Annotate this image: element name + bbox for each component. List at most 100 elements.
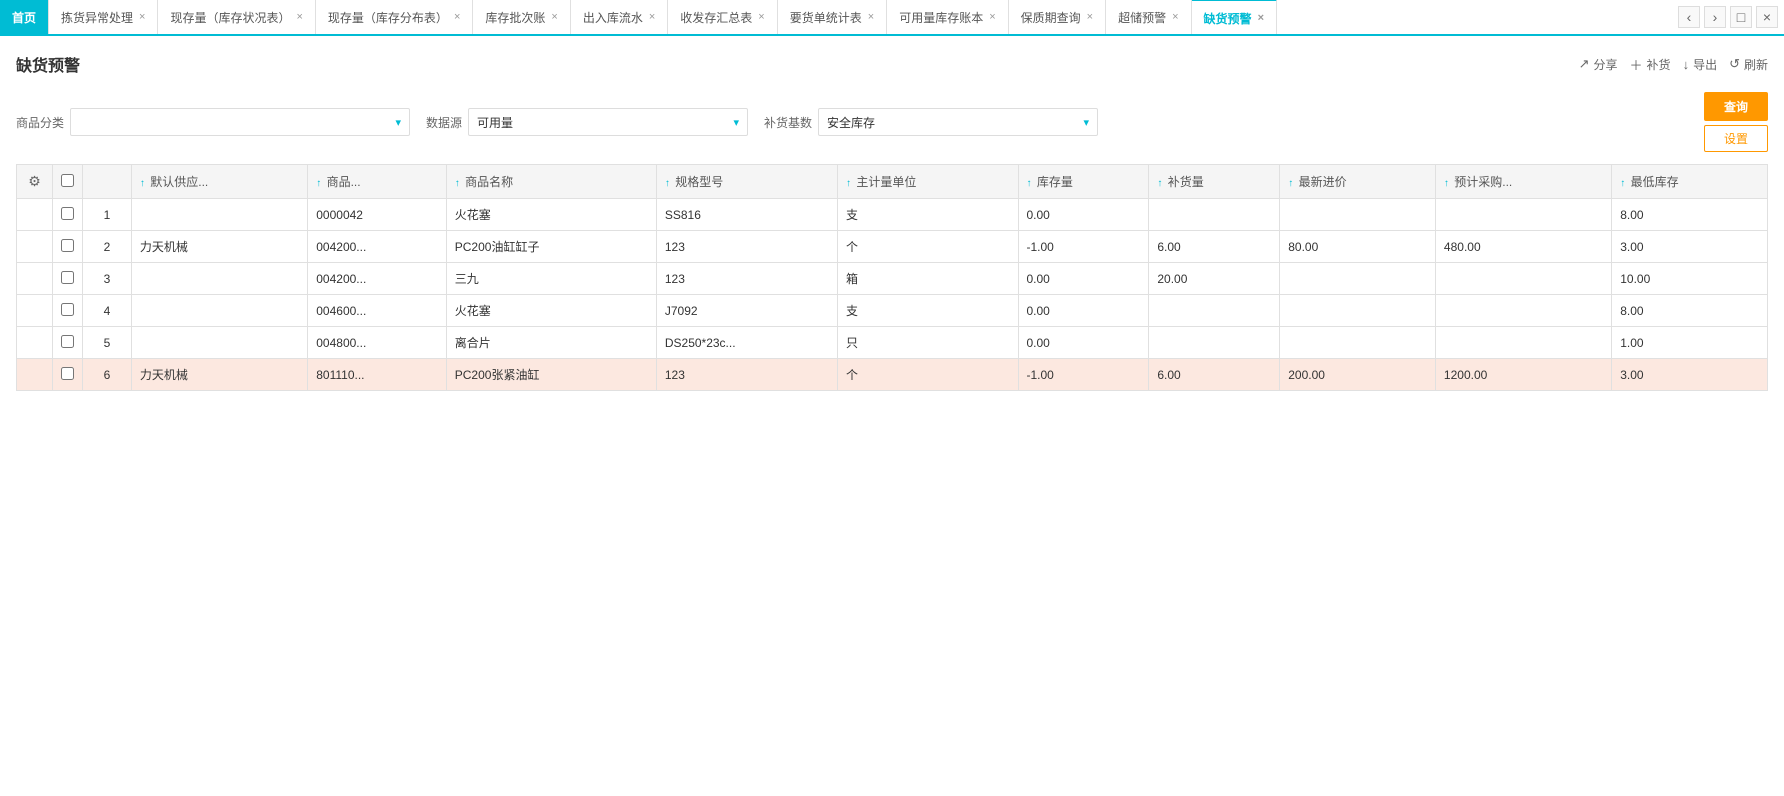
close-tab-collect-summary[interactable]: × [758,11,764,23]
row-checkbox-1[interactable] [61,239,74,252]
close-window-button[interactable]: × [1756,6,1778,28]
sort-spec-icon: ↑ [665,178,670,189]
td-check-4[interactable] [53,327,83,359]
close-tab-inout-flow[interactable]: × [649,11,655,23]
replenish-button[interactable]: ＋ 补货 [1630,55,1671,74]
tab-nav-buttons: ‹ › □ × [1672,6,1784,28]
tab-expiry-query[interactable]: 保质期查询 × [1009,0,1106,35]
td-latest-price-5: 200.00 [1280,359,1436,391]
td-spec-0: SS816 [656,199,837,231]
sort-estimated-icon: ↑ [1444,178,1449,189]
close-tab-batch-account[interactable]: × [551,11,557,23]
query-button[interactable]: 查询 [1704,92,1768,121]
replenish-base-select[interactable]: 安全库存 ▾ [818,108,1098,136]
td-unit-1: 个 [838,231,1018,263]
row-checkbox-4[interactable] [61,335,74,348]
category-filter-group: 商品分类 ▾ [16,108,410,136]
tab-overstock[interactable]: 超储预警 × [1106,0,1191,35]
settings-button[interactable]: 设置 [1704,125,1768,152]
th-spec[interactable]: ↑ 规格型号 [656,165,837,199]
td-code-2: 004200... [308,263,447,295]
td-replenish-2: 20.00 [1149,263,1280,295]
datasource-select-value: 可用量 [477,114,513,131]
row-checkbox-5[interactable] [61,367,74,380]
td-name-2: 三九 [446,263,656,295]
tab-home[interactable]: 首页 [0,0,49,35]
refresh-button[interactable]: ↺ 刷新 [1729,56,1768,73]
th-code[interactable]: ↑ 商品... [308,165,447,199]
select-all-checkbox[interactable] [61,174,74,187]
td-min-stock-3: 8.00 [1612,295,1768,327]
page-header: 缺货预警 ↗ 分享 ＋ 补货 ↓ 导出 ↺ 刷新 [16,52,1768,76]
tab-batch-account[interactable]: 库存批次账 × [473,0,570,35]
row-checkbox-2[interactable] [61,271,74,284]
td-replenish-3 [1149,295,1280,327]
td-spec-2: 123 [656,263,837,295]
close-tab-requisition-stat[interactable]: × [868,11,874,23]
datasource-filter-group: 数据源 可用量 ▾ [426,108,748,136]
close-tab-overstock[interactable]: × [1172,11,1178,23]
row-checkbox-3[interactable] [61,303,74,316]
td-stock-2: 0.00 [1018,263,1149,295]
close-tab-inventory-status[interactable]: × [296,11,302,23]
export-button[interactable]: ↓ 导出 [1683,56,1718,73]
td-check-3[interactable] [53,295,83,327]
datasource-select[interactable]: 可用量 ▾ [468,108,748,136]
td-replenish-4 [1149,327,1280,359]
page-title: 缺货预警 [16,52,80,76]
th-estimated[interactable]: ↑ 预计采购... [1435,165,1611,199]
td-stock-5: -1.00 [1018,359,1149,391]
filter-actions: 查询 设置 [1704,92,1768,152]
tab-inventory-dist[interactable]: 现存量（库存分布表） × [316,0,473,35]
td-min-stock-1: 3.00 [1612,231,1768,263]
close-tab-expiry-query[interactable]: × [1087,11,1093,23]
close-tab-inventory-dist[interactable]: × [454,11,460,23]
close-tab-abnormal[interactable]: × [139,11,145,23]
th-latest-price[interactable]: ↑ 最新进价 [1280,165,1436,199]
th-supplier[interactable]: ↑ 默认供应... [131,165,307,199]
td-check-1[interactable] [53,231,83,263]
share-button[interactable]: ↗ 分享 [1579,56,1618,73]
category-select[interactable]: ▾ [70,108,410,136]
sort-supplier-icon: ↑ [140,178,145,189]
td-unit-0: 支 [838,199,1018,231]
close-tab-available-ledger[interactable]: × [989,11,995,23]
th-stock[interactable]: ↑ 库存量 [1018,165,1149,199]
td-spec-5: 123 [656,359,837,391]
tab-requisition-stat[interactable]: 要货单统计表 × [778,0,887,35]
tab-collect-summary[interactable]: 收发存汇总表 × [668,0,777,35]
td-num-0: 1 [83,199,132,231]
tab-available-ledger[interactable]: 可用量库存账本 × [887,0,1008,35]
td-gear-0 [17,199,53,231]
td-check-0[interactable] [53,199,83,231]
tab-next-button[interactable]: › [1704,6,1726,28]
td-name-1: PC200油缸缸子 [446,231,656,263]
th-min-stock[interactable]: ↑ 最低库存 [1612,165,1768,199]
td-min-stock-5: 3.00 [1612,359,1768,391]
tab-inventory-status[interactable]: 现存量（库存状况表） × [158,0,315,35]
th-gear[interactable]: ⚙ [17,165,53,199]
th-replenish[interactable]: ↑ 补货量 [1149,165,1280,199]
th-unit[interactable]: ↑ 主计量单位 [838,165,1018,199]
td-check-2[interactable] [53,263,83,295]
table-row: 3 004200... 三九 123 箱 0.00 20.00 10.00 [17,263,1768,295]
close-tab-shortage[interactable]: × [1258,12,1264,24]
td-check-5[interactable] [53,359,83,391]
tab-prev-button[interactable]: ‹ [1678,6,1700,28]
table-settings-icon[interactable]: ⚙ [25,173,44,190]
row-checkbox-0[interactable] [61,207,74,220]
replenish-base-label: 补货基数 [764,114,812,131]
replenish-icon: ＋ [1630,55,1643,74]
tab-inout-flow[interactable]: 出入库流水 × [571,0,668,35]
td-unit-2: 箱 [838,263,1018,295]
td-min-stock-4: 1.00 [1612,327,1768,359]
th-name[interactable]: ↑ 商品名称 [446,165,656,199]
td-unit-3: 支 [838,295,1018,327]
td-num-4: 5 [83,327,132,359]
tab-shortage[interactable]: 缺货预警 × [1192,0,1277,35]
th-checkbox[interactable] [53,165,83,199]
td-num-1: 2 [83,231,132,263]
restore-window-button[interactable]: □ [1730,6,1752,28]
tab-abnormal[interactable]: 拣货异常处理 × [49,0,158,35]
td-unit-4: 只 [838,327,1018,359]
